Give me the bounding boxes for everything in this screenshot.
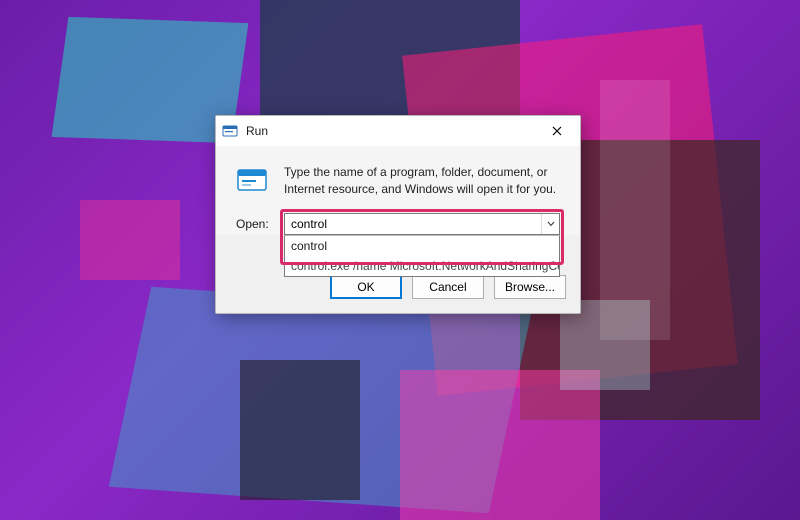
- autocomplete-option[interactable]: control: [285, 236, 559, 256]
- close-icon: [552, 126, 562, 136]
- cancel-button[interactable]: Cancel: [412, 275, 484, 299]
- combobox-dropdown-button[interactable]: [541, 214, 559, 234]
- autocomplete-dropdown: control control.exe /name Microsoft.Netw…: [284, 235, 560, 277]
- close-button[interactable]: [542, 119, 572, 143]
- run-dialog: Run Type the name of a program, folder, …: [215, 115, 581, 314]
- titlebar[interactable]: Run: [216, 116, 580, 146]
- run-icon: [222, 123, 238, 139]
- dialog-body: Type the name of a program, folder, docu…: [216, 146, 580, 203]
- autocomplete-option[interactable]: control.exe /name Microsoft.NetworkAndSh…: [285, 256, 559, 276]
- open-combobox[interactable]: [284, 213, 560, 235]
- ok-button[interactable]: OK: [330, 275, 402, 299]
- open-label: Open:: [236, 213, 274, 231]
- open-input[interactable]: [285, 215, 541, 233]
- browse-button[interactable]: Browse...: [494, 275, 566, 299]
- open-row: Open: control control.exe /name Microsof…: [216, 203, 580, 235]
- run-program-icon: [236, 166, 270, 194]
- dialog-title: Run: [246, 124, 268, 138]
- chevron-down-icon: [547, 221, 555, 227]
- desktop-wallpaper: Run Type the name of a program, folder, …: [0, 0, 800, 520]
- dialog-description: Type the name of a program, folder, docu…: [284, 164, 560, 199]
